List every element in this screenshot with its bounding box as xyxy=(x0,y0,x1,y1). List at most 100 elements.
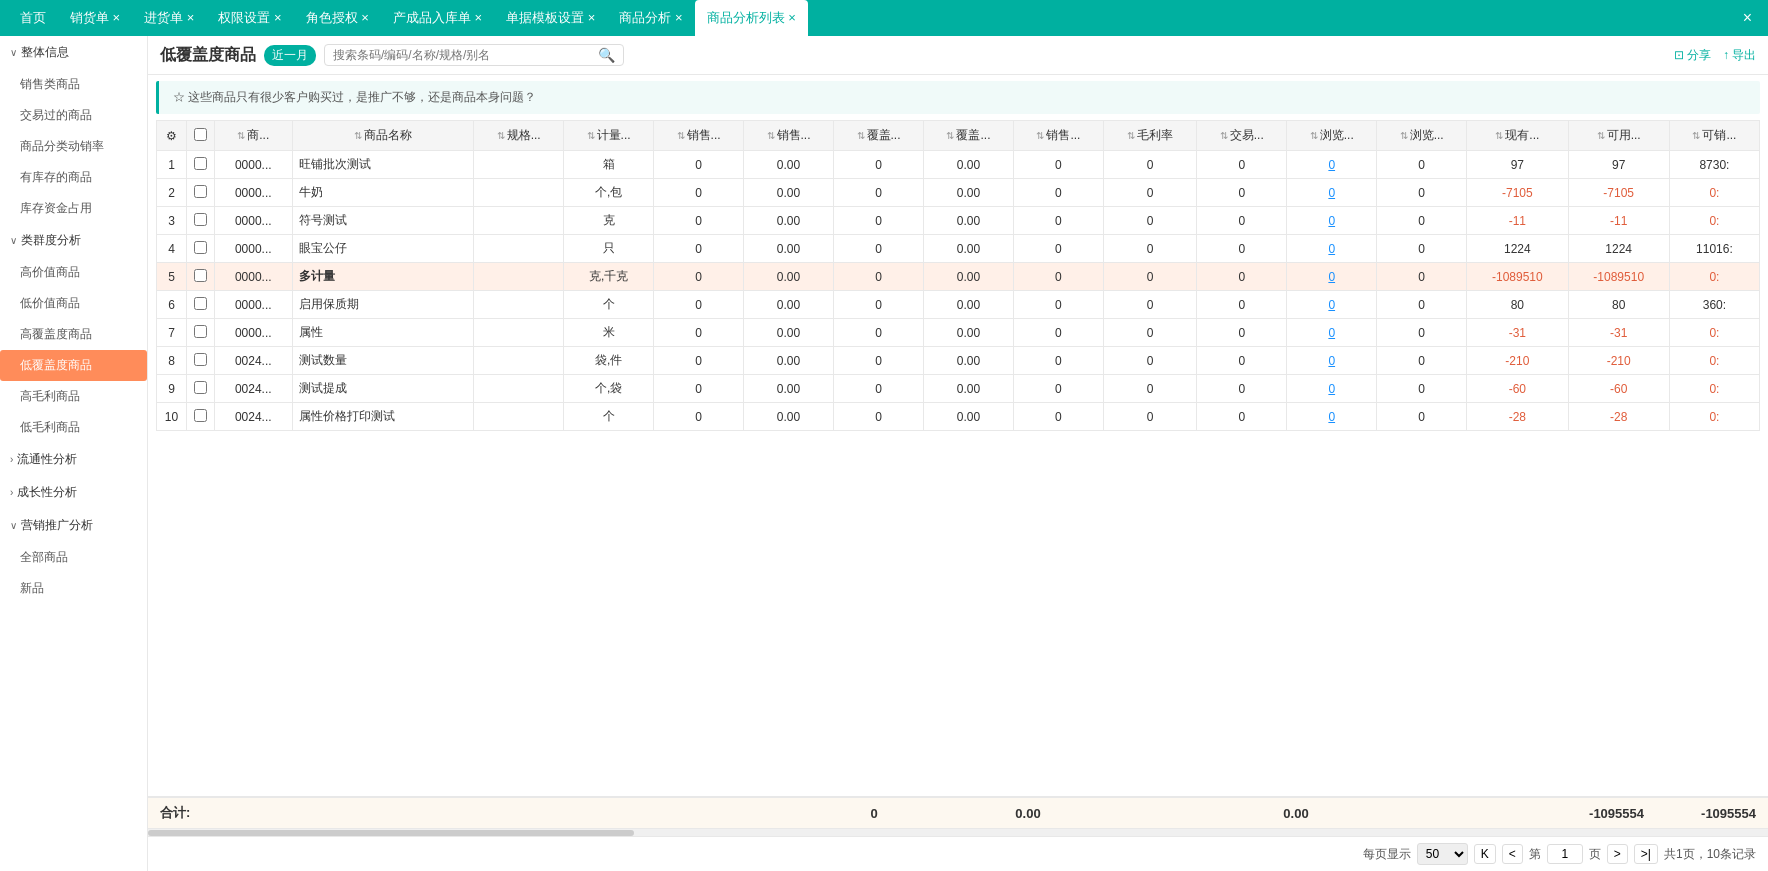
col-sales3[interactable]: 销售... xyxy=(1013,121,1103,151)
row-checkbox[interactable] xyxy=(187,291,215,319)
sidebar-item-low-value[interactable]: 低价值商品 xyxy=(0,288,147,319)
select-all-checkbox[interactable] xyxy=(194,128,207,141)
row-trade: 0 xyxy=(1197,375,1287,403)
sidebar-item-low-coverage[interactable]: 低覆盖度商品 xyxy=(0,350,147,381)
sidebar-item-traded-goods[interactable]: 交易过的商品 xyxy=(0,100,147,131)
row-checkbox[interactable] xyxy=(187,263,215,291)
row-saleable: 0: xyxy=(1669,319,1759,347)
row-sales3: 0 xyxy=(1013,291,1103,319)
per-page-select[interactable]: 50 20 100 xyxy=(1417,843,1468,865)
col-view1[interactable]: 浏览... xyxy=(1287,121,1377,151)
row-checkbox[interactable] xyxy=(187,179,215,207)
section-label-cluster: 类群度分析 xyxy=(21,232,81,249)
row-view1[interactable]: 0 xyxy=(1287,263,1377,291)
close-button[interactable]: × xyxy=(1735,9,1760,27)
row-sales-qty: 0 xyxy=(654,151,744,179)
sidebar-section-header-marketing[interactable]: ∨ 营销推广分析 xyxy=(0,509,147,542)
sidebar-item-category-rate[interactable]: 商品分类动销率 xyxy=(0,131,147,162)
next-page-button[interactable]: > xyxy=(1607,844,1628,864)
row-sales-amt: 0.00 xyxy=(744,291,834,319)
col-gross[interactable]: 毛利率 xyxy=(1103,121,1196,151)
row-sales-qty: 0 xyxy=(654,179,744,207)
col-view2[interactable]: 浏览... xyxy=(1377,121,1467,151)
row-view1[interactable]: 0 xyxy=(1287,207,1377,235)
nav-item-analysis[interactable]: 商品分析 × xyxy=(607,0,694,36)
sidebar-item-capital-usage[interactable]: 库存资金占用 xyxy=(0,193,147,224)
col-settings[interactable]: ⚙ xyxy=(157,121,187,151)
row-checkbox[interactable] xyxy=(187,319,215,347)
sidebar-item-stocked-goods[interactable]: 有库存的商品 xyxy=(0,162,147,193)
sidebar-item-high-coverage[interactable]: 高覆盖度商品 xyxy=(0,319,147,350)
row-checkbox[interactable] xyxy=(187,207,215,235)
row-checkbox[interactable] xyxy=(187,403,215,431)
nav-item-analysis-list[interactable]: 商品分析列表 × xyxy=(695,0,808,36)
col-saleable[interactable]: 可销... xyxy=(1669,121,1759,151)
row-checkbox[interactable] xyxy=(187,235,215,263)
nav-item-permissions[interactable]: 权限设置 × xyxy=(206,0,293,36)
row-trade: 0 xyxy=(1197,235,1287,263)
col-sales-amt[interactable]: 销售... xyxy=(744,121,834,151)
sidebar-section-header-growth[interactable]: › 成长性分析 xyxy=(0,476,147,509)
nav-item-template[interactable]: 单据模板设置 × xyxy=(494,0,607,36)
of-label: 页 xyxy=(1589,846,1601,863)
row-view1[interactable]: 0 xyxy=(1287,375,1377,403)
share-button[interactable]: ⊡ 分享 xyxy=(1674,47,1711,64)
row-sales3: 0 xyxy=(1013,263,1103,291)
row-view1[interactable]: 0 xyxy=(1287,235,1377,263)
row-code: 0000... xyxy=(215,235,293,263)
row-checkbox[interactable] xyxy=(187,347,215,375)
sidebar-item-new-goods[interactable]: 新品 xyxy=(0,573,147,604)
row-cover2: 0.00 xyxy=(924,403,1014,431)
footer-current: -1095554 xyxy=(1544,806,1644,821)
last-page-button[interactable]: >| xyxy=(1634,844,1658,864)
sidebar-item-high-margin[interactable]: 高毛利商品 xyxy=(0,381,147,412)
col-checkbox[interactable] xyxy=(187,121,215,151)
col-current[interactable]: 现有... xyxy=(1467,121,1568,151)
top-nav: 首页 销货单 × 进货单 × 权限设置 × 角色授权 × 产成品入库单 × 单据… xyxy=(0,0,1768,36)
settings-icon[interactable]: ⚙ xyxy=(166,129,177,143)
pagination-bar: 每页显示 50 20 100 K < 第 页 > >| 共1页，10条记录 xyxy=(148,836,1768,871)
sidebar-item-all-goods[interactable]: 全部商品 xyxy=(0,542,147,573)
row-checkbox[interactable] xyxy=(187,375,215,403)
col-avail[interactable]: 可用... xyxy=(1568,121,1669,151)
nav-item-sales[interactable]: 销货单 × xyxy=(58,0,132,36)
sidebar-item-high-value[interactable]: 高价值商品 xyxy=(0,257,147,288)
share-label: 分享 xyxy=(1687,47,1711,64)
table-row: 2 0000... 牛奶 个,包 0 0.00 0 0.00 0 0 0 0 0… xyxy=(157,179,1760,207)
col-cover1[interactable]: 覆盖... xyxy=(834,121,924,151)
col-trade[interactable]: 交易... xyxy=(1197,121,1287,151)
sidebar-section-header-flow[interactable]: › 流通性分析 xyxy=(0,443,147,476)
nav-item-purchase[interactable]: 进货单 × xyxy=(132,0,206,36)
nav-item-roles[interactable]: 角色授权 × xyxy=(294,0,381,36)
col-cover2[interactable]: 覆盖... xyxy=(924,121,1014,151)
row-checkbox[interactable] xyxy=(187,151,215,179)
sidebar-item-sales-goods[interactable]: 销售类商品 xyxy=(0,69,147,100)
row-view1[interactable]: 0 xyxy=(1287,291,1377,319)
prev-page-button[interactable]: < xyxy=(1502,844,1523,864)
row-view1[interactable]: 0 xyxy=(1287,403,1377,431)
row-view1[interactable]: 0 xyxy=(1287,319,1377,347)
col-code[interactable]: 商... xyxy=(215,121,293,151)
date-tag[interactable]: 近一月 xyxy=(264,45,316,66)
search-input[interactable] xyxy=(333,48,598,62)
sidebar-item-low-margin[interactable]: 低毛利商品 xyxy=(0,412,147,443)
col-spec[interactable]: 规格... xyxy=(474,121,564,151)
col-unit[interactable]: 计量... xyxy=(564,121,654,151)
page-number-input[interactable] xyxy=(1547,844,1583,864)
search-icon[interactable]: 🔍 xyxy=(598,47,615,63)
export-button[interactable]: ↑ 导出 xyxy=(1723,47,1756,64)
col-name[interactable]: 商品名称 xyxy=(292,121,474,151)
row-sales3: 0 xyxy=(1013,235,1103,263)
col-sales-qty[interactable]: 销售... xyxy=(654,121,744,151)
row-view1[interactable]: 0 xyxy=(1287,347,1377,375)
footer-sales-amt: 0.00 xyxy=(988,806,1068,821)
nav-item-finished[interactable]: 产成品入库单 × xyxy=(381,0,494,36)
nav-item-home[interactable]: 首页 xyxy=(8,0,58,36)
horizontal-scrollbar[interactable] xyxy=(148,828,1768,836)
row-cover2: 0.00 xyxy=(924,347,1014,375)
sidebar-section-header-overall[interactable]: ∨ 整体信息 xyxy=(0,36,147,69)
sidebar-section-header-cluster[interactable]: ∨ 类群度分析 xyxy=(0,224,147,257)
row-view1[interactable]: 0 xyxy=(1287,179,1377,207)
row-view1[interactable]: 0 xyxy=(1287,151,1377,179)
first-page-button[interactable]: K xyxy=(1474,844,1496,864)
